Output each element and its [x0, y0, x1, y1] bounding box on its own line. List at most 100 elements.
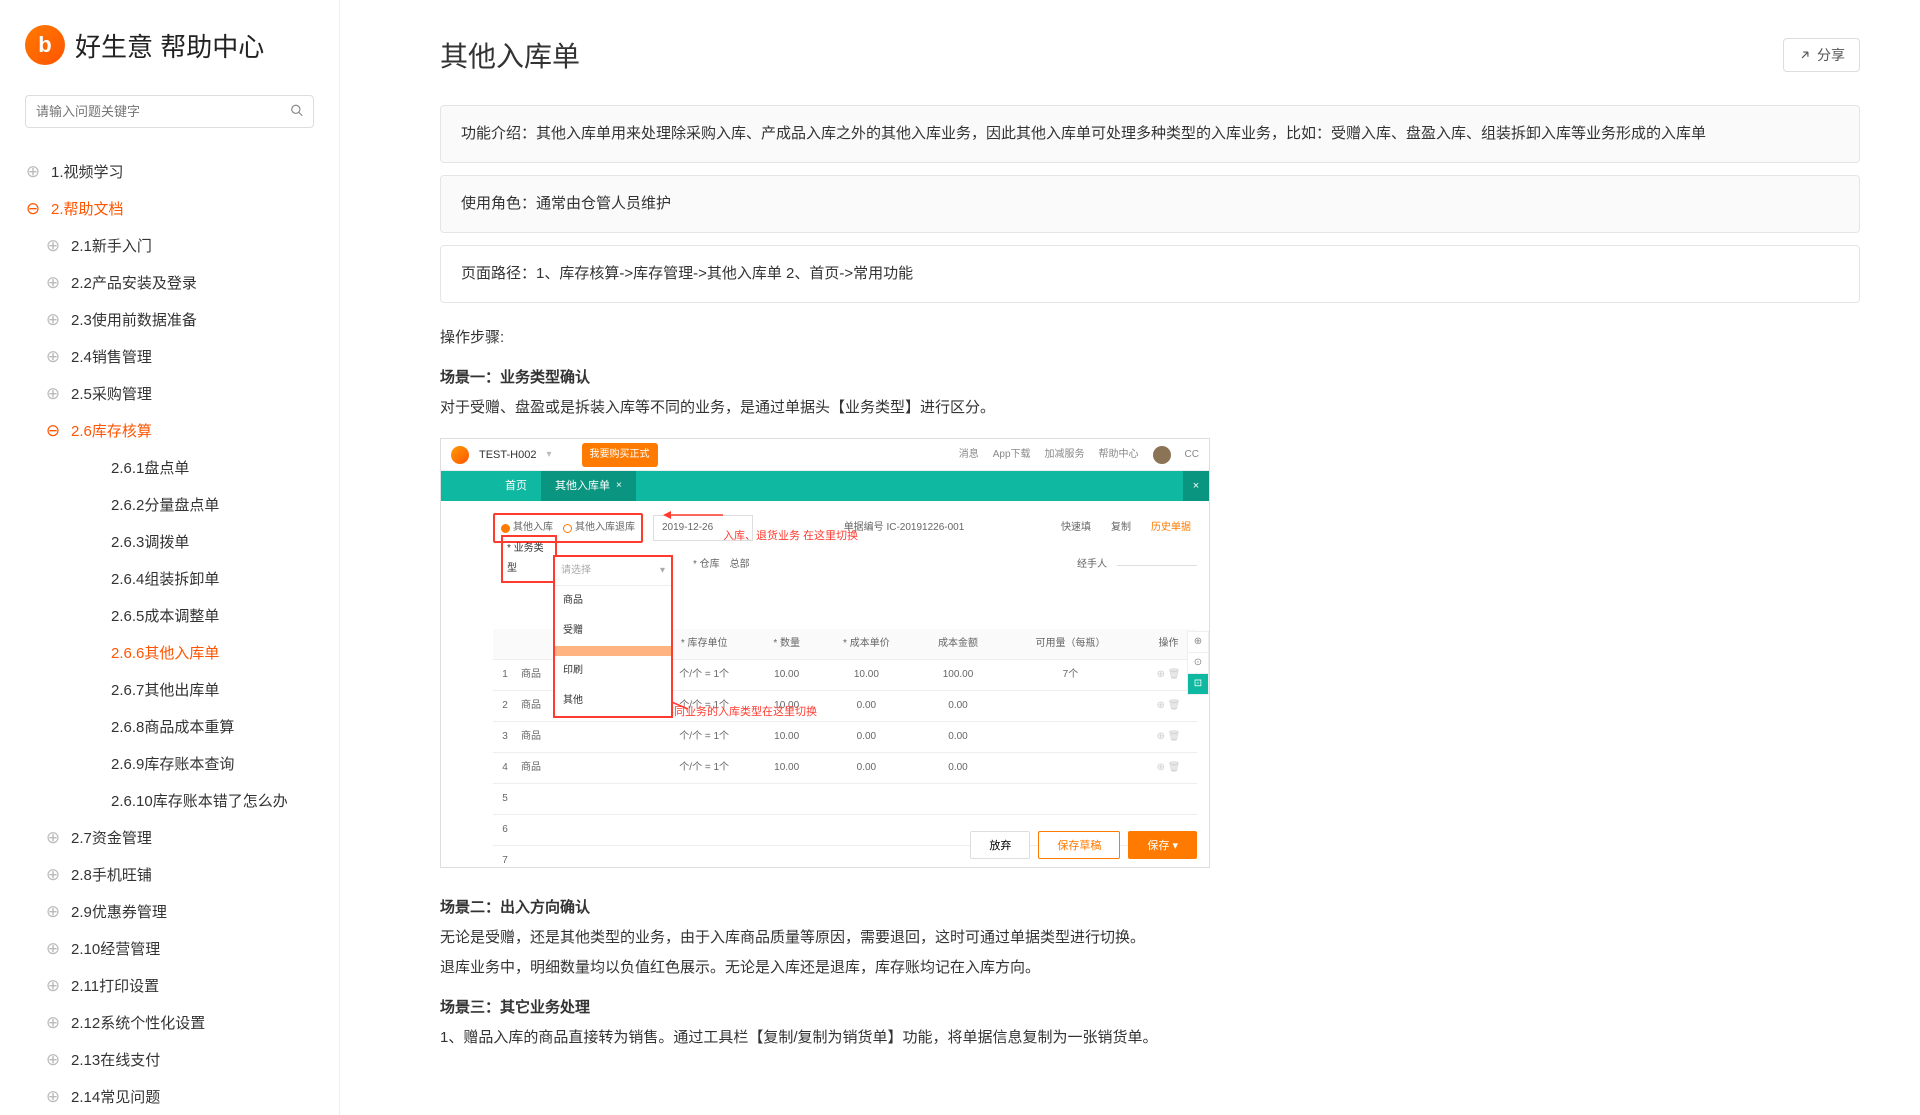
nav-item[interactable]: 2.6.6其他入库单 — [25, 634, 314, 671]
plus-icon: ⊕ — [46, 237, 60, 254]
nav-label: 2.10经营管理 — [71, 938, 160, 959]
ss-warehouse-val: 总部 — [730, 555, 750, 575]
nav-item[interactable]: 2.6.1盘点单 — [25, 449, 314, 486]
share-button[interactable]: 分享 — [1783, 38, 1860, 72]
ss-discard-button: 放弃 — [970, 831, 1030, 859]
nav-label: 2.5采购管理 — [71, 383, 152, 404]
embedded-screenshot: TEST-H002 ▾ 我要购买正式 消息 App下载 加减服务 帮助中心 CC… — [440, 438, 1210, 868]
nav-item[interactable]: 2.6.2分量盘点单 — [25, 486, 314, 523]
ss-footer: 放弃 保存草稿 保存 ▾ — [970, 831, 1197, 859]
nav-item[interactable]: ⊕2.12系统个性化设置 — [25, 1004, 314, 1041]
nav-item[interactable]: ⊕ 2.3使用前数据准备 — [25, 301, 314, 338]
chevron-down-icon: ▾ — [546, 445, 551, 465]
scene2-title: 场景二：出入方向确认 — [440, 893, 1860, 923]
intro-text: 其他入库单用来处理除采购入库、产成品入库之外的其他入库业务，因此其他入库单可处理… — [536, 125, 1706, 142]
ss-tool-quick: 快速填 — [1055, 517, 1097, 539]
nav-label: 2.6.8商品成本重算 — [111, 716, 234, 737]
nav-item[interactable]: ⊕2.8手机旺铺 — [25, 856, 314, 893]
main-content: 其他入库单 分享 功能介绍：其他入库单用来处理除采购入库、产成品入库之外的其他入… — [340, 0, 1920, 1115]
ss-docnum: 单据编号 IC-20191226-001 — [844, 518, 965, 538]
dd-item: 受赠 — [555, 616, 671, 646]
nav-label: 2.6.4组装拆卸单 — [111, 568, 219, 589]
nav-item[interactable]: 2.6.4组装拆卸单 — [25, 560, 314, 597]
brand-logo: b — [25, 25, 65, 65]
scene1-title: 场景一：业务类型确认 — [440, 363, 1860, 393]
nav-label: 2.9优惠券管理 — [71, 901, 167, 922]
scene3-line1: 1、赠品入库的商品直接转为销售。通过工具栏【复制/复制为销货单】功能，将单据信息… — [440, 1023, 1860, 1053]
path-box: 页面路径：1、库存核算->库存管理->其他入库单 2、首页->常用功能 — [440, 245, 1860, 303]
nav-label: 2.1新手入门 — [71, 235, 152, 256]
ss-topbar: TEST-H002 ▾ 我要购买正式 消息 App下载 加减服务 帮助中心 CC — [441, 439, 1209, 471]
ss-tool-copy: 复制 — [1105, 517, 1137, 539]
intro-box: 功能介绍：其他入库单用来处理除采购入库、产成品入库之外的其他入库业务，因此其他入… — [440, 105, 1860, 163]
nav-item[interactable]: ⊕ 2.13在线支付 — [25, 1041, 314, 1078]
arrow-icon — [663, 507, 723, 523]
role-text: 通常由仓管人员维护 — [536, 195, 671, 212]
nav-label: 2.2产品安装及登录 — [71, 272, 197, 293]
nav-label: 2.6.10库存账本错了怎么办 — [111, 790, 288, 811]
plus-icon: ⊕ — [46, 829, 60, 846]
nav-item[interactable]: ⊖2.帮助文档 — [25, 190, 314, 227]
nav-label: 1.视频学习 — [51, 161, 124, 182]
nav-item[interactable]: ⊕2.14常见问题 — [25, 1078, 314, 1115]
nav-item[interactable]: 2.6.8商品成本重算 — [25, 708, 314, 745]
nav-item[interactable]: ⊕ 2.2产品安装及登录 — [25, 264, 314, 301]
nav-label: 2.6.9库存账本查询 — [111, 753, 234, 774]
nav-item[interactable]: ⊕2.7资金管理 — [25, 819, 314, 856]
page-title: 其他入库单 — [440, 35, 580, 75]
nav-item[interactable]: ⊕ 2.10经营管理 — [25, 930, 314, 967]
nav-item[interactable]: ⊕ 2.1新手入门 — [25, 227, 314, 264]
ss-annotation2: 不同业务的入库类型在这里切换 — [663, 701, 817, 723]
nav-item[interactable]: 2.6.5成本调整单 — [25, 597, 314, 634]
ss-username: CC — [1185, 445, 1199, 465]
ss-tenant-id: TEST-H002 — [479, 444, 536, 466]
nav-label: 2.3使用前数据准备 — [71, 309, 197, 330]
search-input[interactable] — [25, 95, 314, 128]
ss-content: 其他入库 其他入库退库 2019-12-26 入库、退货业务 在这里切换 单据编… — [493, 509, 1197, 868]
nav-label: 2.4销售管理 — [71, 346, 152, 367]
plus-icon: ⊕ — [46, 311, 60, 328]
nav-item[interactable]: ⊕ 2.5采购管理 — [25, 375, 314, 412]
plus-icon: ⊕ — [46, 940, 60, 957]
plus-icon: ⊕ — [46, 903, 60, 920]
plus-icon: ⊕ — [46, 274, 60, 291]
scene2-line2: 退库业务中，明细数量均以负值红色展示。无论是入库还是退库，库存账均记在入库方向。 — [440, 953, 1860, 983]
ss-body: 其他入库 其他入库退库 2019-12-26 入库、退货业务 在这里切换 单据编… — [441, 501, 1209, 867]
ss-link-help: 帮助中心 — [1099, 445, 1139, 465]
nav-label: 2.13在线支付 — [71, 1049, 160, 1070]
dd-item: 印刷 — [555, 656, 671, 686]
nav-item[interactable]: 2.6.9库存账本查询 — [25, 745, 314, 782]
nav-item[interactable]: 2.6.3调拨单 — [25, 523, 314, 560]
nav-label: 2.6.6其他入库单 — [111, 642, 219, 663]
dd-item: 其他 — [555, 686, 671, 716]
plus-icon: ⊕ — [46, 385, 60, 402]
plus-icon: ⊕ — [46, 1051, 60, 1068]
plus-icon: ⊕ — [46, 348, 60, 365]
dd-item: 商品 — [555, 586, 671, 616]
path-text: 1、库存核算->库存管理->其他入库单 2、首页->常用功能 — [536, 265, 913, 282]
minus-icon: ⊖ — [26, 200, 40, 217]
dd-item-selected — [555, 646, 671, 656]
nav-item[interactable]: ⊕ 2.9优惠券管理 — [25, 893, 314, 930]
nav-item[interactable]: 2.6.10库存账本错了怎么办 — [25, 782, 314, 819]
search-icon[interactable] — [290, 103, 304, 120]
plus-icon: ⊕ — [46, 977, 60, 994]
ss-tab-current: 其他入库单× — [541, 471, 636, 501]
scene3-title: 场景三：其它业务处理 — [440, 993, 1860, 1023]
ss-tabbar: 首页 其他入库单× × — [441, 471, 1209, 501]
ss-toolbar: 快速填 复制 历史单据 — [1055, 517, 1197, 539]
ss-row1: 其他入库 其他入库退库 2019-12-26 入库、退货业务 在这里切换 单据编… — [493, 509, 1197, 547]
nav-item[interactable]: ⊕ 2.4销售管理 — [25, 338, 314, 375]
ss-top-right: 消息 App下载 加减服务 帮助中心 CC — [959, 445, 1199, 465]
nav-label: 2.6.2分量盘点单 — [111, 494, 219, 515]
nav-item[interactable]: ⊕1.视频学习 — [25, 153, 314, 190]
ss-link-service: 加减服务 — [1045, 445, 1085, 465]
role-label: 使用角色： — [461, 195, 536, 212]
search-wrap — [25, 95, 314, 128]
nav-item[interactable]: ⊖2.6库存核算 — [25, 412, 314, 449]
intro-label: 功能介绍： — [461, 125, 536, 142]
nav-tree: ⊕1.视频学习⊖2.帮助文档⊕2.1新手入门⊕2.2产品安装及登录⊕2.3使用前… — [25, 153, 314, 1115]
nav-item[interactable]: ⊕2.11打印设置 — [25, 967, 314, 1004]
nav-item[interactable]: 2.6.7其他出库单 — [25, 671, 314, 708]
brand-row: b 好生意 帮助中心 — [25, 25, 314, 65]
